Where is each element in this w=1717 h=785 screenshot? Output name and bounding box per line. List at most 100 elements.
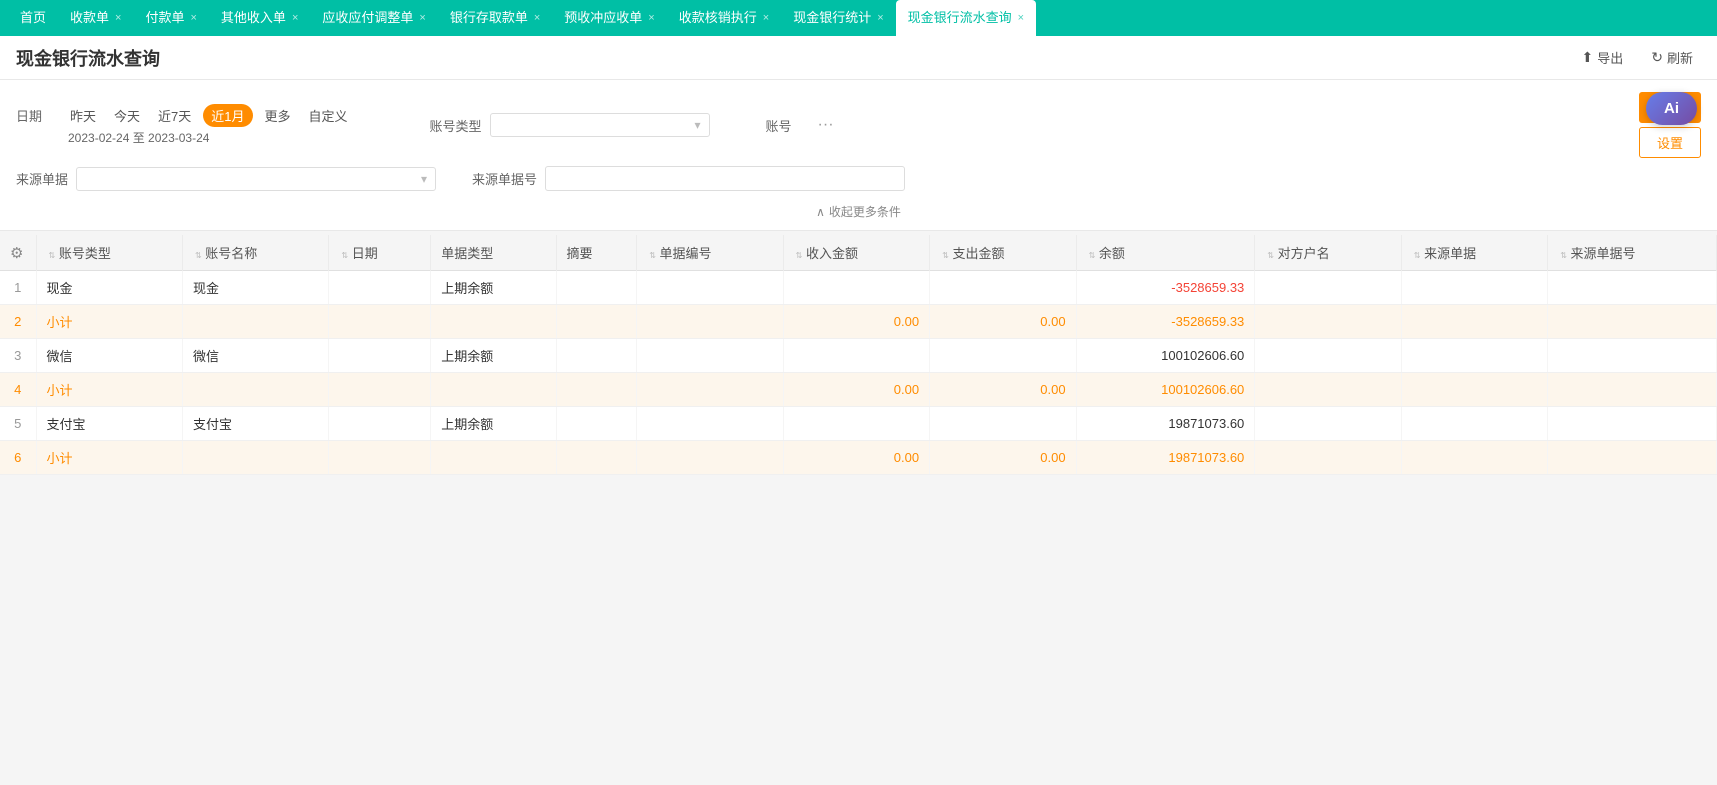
- ai-button[interactable]: Ai: [1646, 92, 1697, 125]
- close-icon[interactable]: ×: [190, 0, 196, 36]
- settings-button[interactable]: 设置: [1639, 127, 1701, 158]
- cell-doc-type: 上期余额: [431, 407, 556, 441]
- col-income[interactable]: ⇅ 收入金额: [783, 235, 929, 271]
- filter-row-2: 来源单据 ▾ 来源单据号: [16, 166, 1701, 191]
- nav-home[interactable]: 首页: [8, 0, 58, 36]
- sort-icon: ⇅: [341, 252, 348, 260]
- date-opt-today[interactable]: 今天: [108, 104, 146, 127]
- col-balance[interactable]: ⇅ 余额: [1076, 235, 1255, 271]
- cell-income: [783, 339, 929, 373]
- sort-icon: ⇅: [1560, 252, 1567, 260]
- date-opt-yesterday[interactable]: 昨天: [64, 104, 102, 127]
- cell-doc-type: [431, 305, 556, 339]
- account-type-label: 账号类型: [430, 116, 482, 135]
- chevron-up-icon: ∧: [816, 205, 825, 219]
- cell-doc-no: [637, 305, 783, 339]
- more-options-icon[interactable]: ···: [814, 116, 838, 134]
- cell-balance: 100102606.60: [1076, 373, 1255, 407]
- cell-source-doc: [1401, 339, 1547, 373]
- export-button[interactable]: ⬆ 导出: [1574, 44, 1632, 71]
- nav-item-0[interactable]: 收款单 ×: [58, 0, 133, 36]
- cell-summary: [556, 305, 637, 339]
- nav-item-3[interactable]: 应收应付调整单 ×: [310, 0, 437, 36]
- nav-item-7[interactable]: 现金银行统计 ×: [781, 0, 895, 36]
- cell-doc-no: [637, 373, 783, 407]
- cell-account-type: 小计: [36, 373, 182, 407]
- refresh-button[interactable]: ↻ 刷新: [1643, 44, 1701, 71]
- cell-source-doc-no: [1548, 407, 1717, 441]
- close-icon[interactable]: ×: [419, 0, 425, 36]
- chevron-down-icon: ▾: [421, 172, 427, 186]
- gear-column-header[interactable]: ⚙: [0, 235, 36, 271]
- col-account-type[interactable]: ⇅ 账号类型: [36, 235, 182, 271]
- sort-icon: ⇅: [1267, 252, 1274, 260]
- account-label: 账号: [766, 116, 806, 135]
- filter-area: 日期 昨天 今天 近7天 近1月 更多 自定义 2023-02-24 至 202…: [0, 80, 1717, 231]
- sort-icon: ⇅: [49, 252, 56, 260]
- nav-item-4[interactable]: 银行存取款单 ×: [438, 0, 552, 36]
- cell-date: [329, 407, 431, 441]
- cell-account-type: 支付宝: [36, 407, 182, 441]
- date-opt-1month[interactable]: 近1月: [203, 104, 252, 127]
- cell-date: [329, 305, 431, 339]
- nav-item-2[interactable]: 其他收入单 ×: [209, 0, 310, 36]
- cell-doc-no: [637, 339, 783, 373]
- source-doc-label: 来源单据: [16, 169, 68, 188]
- cell-source-doc-no: [1548, 441, 1717, 475]
- cell-counterparty: [1255, 373, 1401, 407]
- cell-balance: 19871073.60: [1076, 407, 1255, 441]
- cell-summary: [556, 373, 637, 407]
- col-account-name[interactable]: ⇅ 账号名称: [182, 235, 328, 271]
- col-source-doc-no[interactable]: ⇅ 来源单据号: [1548, 235, 1717, 271]
- export-icon: ⬆: [1582, 49, 1594, 66]
- gear-icon[interactable]: ⚙: [10, 245, 23, 262]
- close-icon[interactable]: ×: [648, 0, 654, 36]
- nav-item-1[interactable]: 付款单 ×: [133, 0, 208, 36]
- close-icon[interactable]: ×: [763, 0, 769, 36]
- cell-income: 0.00: [783, 305, 929, 339]
- nav-item-5[interactable]: 预收冲应收单 ×: [552, 0, 666, 36]
- cell-account-name: [182, 373, 328, 407]
- cell-date: [329, 441, 431, 475]
- cell-balance: 19871073.60: [1076, 441, 1255, 475]
- col-counterparty[interactable]: ⇅ 对方户名: [1255, 235, 1401, 271]
- account-type-select[interactable]: ▾: [490, 113, 710, 137]
- cell-account-type: 微信: [36, 339, 182, 373]
- cell-source-doc-no: [1548, 271, 1717, 305]
- date-range-display: 2023-02-24 至 2023-03-24: [68, 131, 209, 145]
- close-icon[interactable]: ×: [534, 0, 540, 36]
- sort-icon: ⇅: [1414, 252, 1421, 260]
- col-date[interactable]: ⇅ 日期: [329, 235, 431, 271]
- col-doc-type: 单据类型: [431, 235, 556, 271]
- close-icon[interactable]: ×: [877, 0, 883, 36]
- table-row: 2 小计 0.00 0.00 -3528659.33: [0, 305, 1717, 339]
- col-doc-no[interactable]: ⇅ 单据编号: [637, 235, 783, 271]
- col-expense[interactable]: ⇅ 支出金额: [930, 235, 1076, 271]
- close-icon[interactable]: ×: [1018, 0, 1024, 36]
- data-table: ⚙ ⇅ 账号类型 ⇅ 账号名称 ⇅ 日期 单据类型 摘要 ⇅ 单: [0, 235, 1717, 475]
- cell-source-doc: [1401, 373, 1547, 407]
- close-icon[interactable]: ×: [115, 0, 121, 36]
- cell-source-doc: [1401, 407, 1547, 441]
- cell-source-doc: [1401, 441, 1547, 475]
- col-source-doc[interactable]: ⇅ 来源单据: [1401, 235, 1547, 271]
- table-row: 4 小计 0.00 0.00 100102606.60: [0, 373, 1717, 407]
- page-header: 现金银行流水查询 ⬆ 导出 ↻ 刷新: [0, 36, 1717, 80]
- date-opt-custom[interactable]: 自定义: [303, 104, 354, 127]
- row-num: 5: [0, 407, 36, 441]
- cell-account-type: 小计: [36, 441, 182, 475]
- row-num: 6: [0, 441, 36, 475]
- date-opt-more[interactable]: 更多: [259, 104, 297, 127]
- source-doc-select[interactable]: ▾: [76, 167, 436, 191]
- cell-income: [783, 271, 929, 305]
- table-row: 1 现金 现金 上期余额 -3528659.33: [0, 271, 1717, 305]
- nav-item-6[interactable]: 收款核销执行 ×: [667, 0, 781, 36]
- date-options: 昨天 今天 近7天 近1月 更多 自定义: [64, 104, 354, 127]
- close-icon[interactable]: ×: [292, 0, 298, 36]
- date-opt-7days[interactable]: 近7天: [152, 104, 197, 127]
- nav-item-8[interactable]: 现金银行流水查询 ×: [896, 0, 1036, 36]
- cell-account-name: [182, 441, 328, 475]
- source-doc-no-input[interactable]: [545, 166, 905, 191]
- sort-icon: ⇅: [195, 252, 202, 260]
- collapse-bar[interactable]: ∧ 收起更多条件: [16, 199, 1701, 222]
